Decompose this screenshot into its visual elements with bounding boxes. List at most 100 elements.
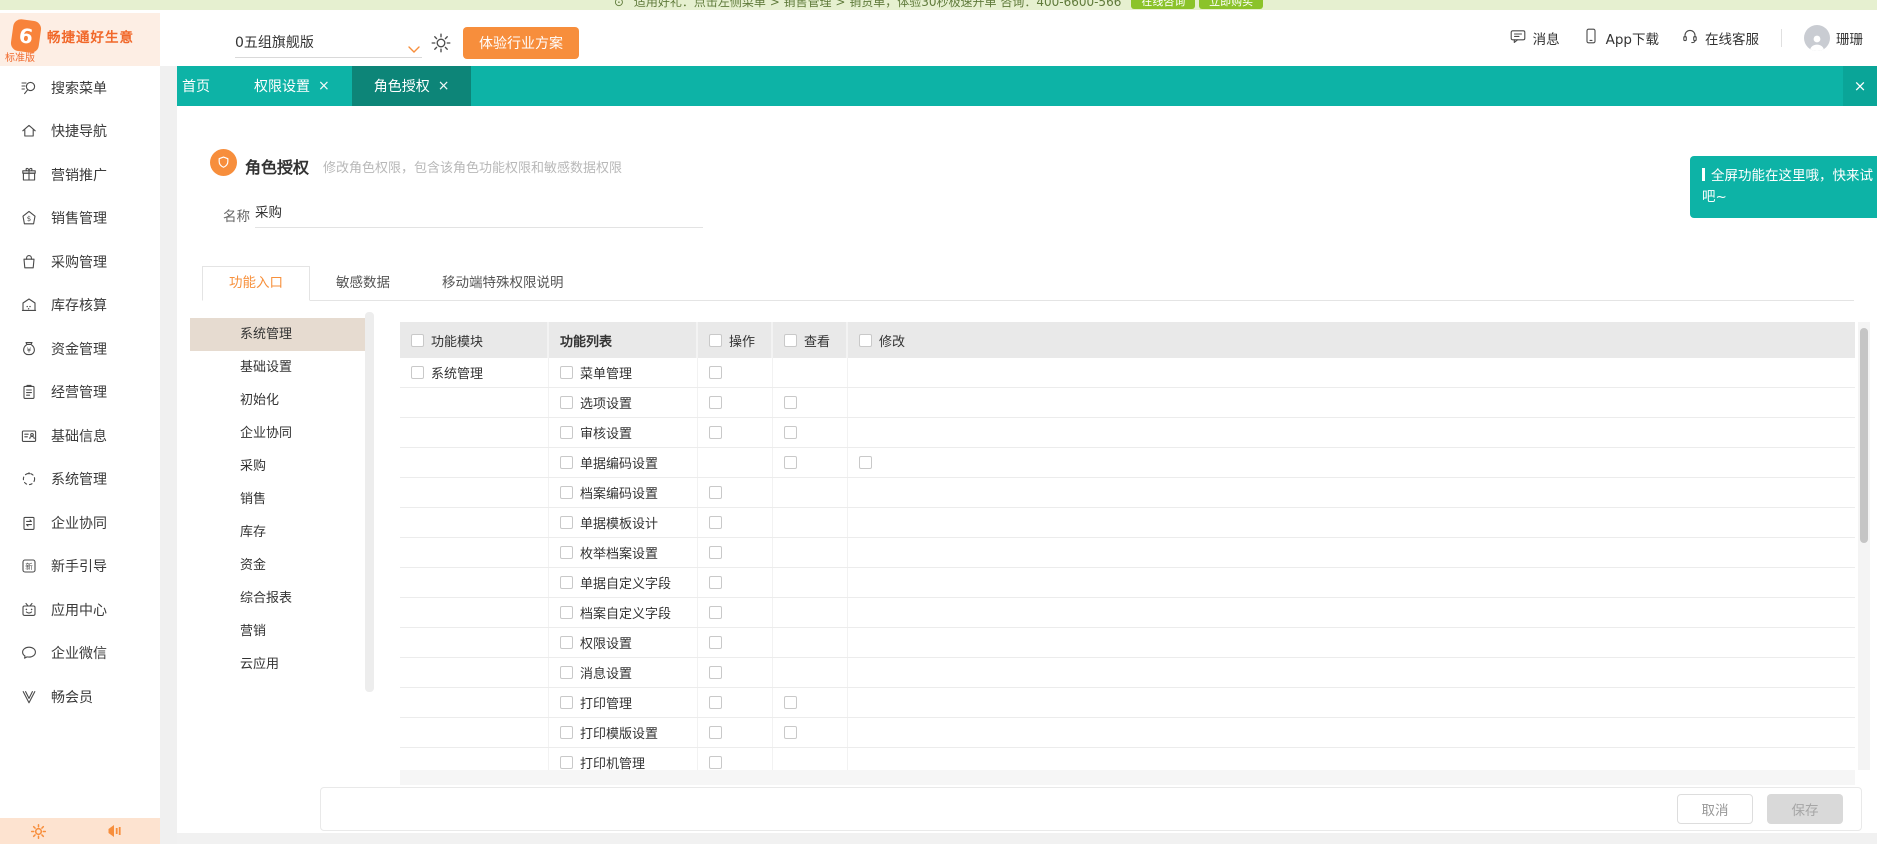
col-header-module: 功能模块 bbox=[431, 334, 484, 350]
feature-checkbox[interactable] bbox=[560, 426, 573, 439]
category-基础设置[interactable]: 基础设置 bbox=[190, 351, 365, 384]
sidebar-item-经营管理[interactable]: 经营管理 bbox=[0, 371, 160, 415]
category-综合报表[interactable]: 综合报表 bbox=[190, 582, 365, 615]
operate-checkbox[interactable] bbox=[709, 666, 722, 679]
category-营销[interactable]: 营销 bbox=[190, 615, 365, 648]
category-云应用[interactable]: 云应用 bbox=[190, 648, 365, 681]
select-all-operate-checkbox[interactable] bbox=[709, 333, 722, 347]
sidebar-item-资金管理[interactable]: ¥ 资金管理 bbox=[0, 327, 160, 371]
feature-checkbox[interactable] bbox=[560, 606, 573, 619]
table-row: 消息设置 bbox=[400, 658, 1855, 688]
operate-checkbox[interactable] bbox=[709, 636, 722, 649]
category-采购[interactable]: 采购 bbox=[190, 450, 365, 483]
settings-gear-icon[interactable] bbox=[30, 823, 47, 840]
category-初始化[interactable]: 初始化 bbox=[190, 384, 365, 417]
operate-checkbox[interactable] bbox=[709, 366, 722, 379]
sidebar-item-销售管理[interactable]: $ 销售管理 bbox=[0, 197, 160, 241]
scrollbar-thumb[interactable] bbox=[1860, 328, 1868, 543]
sidebar-item-系统管理[interactable]: 系统管理 bbox=[0, 458, 160, 502]
view-checkbox[interactable] bbox=[784, 456, 797, 469]
sidebar-item-企业协同[interactable]: 企业协同 bbox=[0, 501, 160, 545]
table-row: 单据模板设计 bbox=[400, 508, 1855, 538]
operate-checkbox[interactable] bbox=[709, 486, 722, 499]
table-row: 单据自定义字段 bbox=[400, 568, 1855, 598]
promo-button[interactable]: 在线咨询 bbox=[1131, 0, 1196, 9]
tab-敏感数据[interactable]: 敏感数据 bbox=[310, 267, 416, 300]
tab-功能入口[interactable]: 功能入口 bbox=[202, 266, 310, 301]
feature-checkbox[interactable] bbox=[560, 396, 573, 409]
select-all-modify-checkbox[interactable] bbox=[859, 333, 872, 347]
sidebar-item-新手引导[interactable]: 新 新手引导 bbox=[0, 545, 160, 589]
feature-checkbox[interactable] bbox=[560, 576, 573, 589]
feature-checkbox[interactable] bbox=[560, 366, 573, 379]
member-icon bbox=[20, 688, 38, 706]
operate-checkbox[interactable] bbox=[709, 396, 722, 409]
vertical-scrollbar[interactable] bbox=[1858, 322, 1870, 770]
select-all-modules-checkbox[interactable] bbox=[411, 333, 424, 347]
select-all-view-checkbox[interactable] bbox=[784, 333, 797, 347]
feature-checkbox[interactable] bbox=[560, 696, 573, 709]
category-销售[interactable]: 销售 bbox=[190, 483, 365, 516]
close-icon[interactable]: × bbox=[438, 78, 450, 94]
category-系统管理[interactable]: 系统管理 bbox=[190, 318, 365, 351]
module-checkbox[interactable] bbox=[411, 366, 424, 379]
operate-checkbox[interactable] bbox=[709, 756, 722, 769]
feature-checkbox[interactable] bbox=[560, 546, 573, 559]
operate-checkbox[interactable] bbox=[709, 546, 722, 559]
name-input[interactable]: 采购 bbox=[255, 202, 703, 228]
operate-checkbox[interactable] bbox=[709, 726, 722, 739]
operate-checkbox[interactable] bbox=[709, 576, 722, 589]
close-icon[interactable]: × bbox=[318, 78, 330, 94]
app-download-button[interactable]: App下载 bbox=[1582, 27, 1659, 49]
modify-checkbox[interactable] bbox=[859, 456, 872, 469]
feature-checkbox[interactable] bbox=[560, 756, 573, 769]
promo-button[interactable]: 立即购买 bbox=[1199, 0, 1264, 9]
online-support-button[interactable]: 在线客服 bbox=[1681, 27, 1759, 49]
try-industry-button[interactable]: 体验行业方案 bbox=[463, 27, 579, 59]
sidebar-item-快捷导航[interactable]: 快捷导航 bbox=[0, 110, 160, 154]
operate-checkbox[interactable] bbox=[709, 696, 722, 709]
sidebar-item-库存核算[interactable]: 库存核算 bbox=[0, 284, 160, 328]
category-企业协同[interactable]: 企业协同 bbox=[190, 417, 365, 450]
sidebar-item-搜索菜单[interactable]: 搜索菜单 bbox=[0, 66, 160, 110]
category-scrollbar[interactable] bbox=[365, 312, 374, 692]
view-checkbox[interactable] bbox=[784, 396, 797, 409]
tab-scroll-button[interactable]: × bbox=[1843, 66, 1877, 106]
messages-button[interactable]: 消息 bbox=[1509, 27, 1560, 49]
category-资金[interactable]: 资金 bbox=[190, 549, 365, 582]
operate-checkbox[interactable] bbox=[709, 606, 722, 619]
cancel-button[interactable]: 取消 bbox=[1677, 794, 1753, 824]
open-tab-权限设置[interactable]: 权限设置 × bbox=[232, 66, 352, 106]
sidebar-item-基础信息[interactable]: 基础信息 bbox=[0, 414, 160, 458]
gift-icon bbox=[20, 166, 38, 184]
speaker-icon[interactable] bbox=[105, 823, 123, 839]
username: 珊珊 bbox=[1836, 32, 1863, 48]
sidebar-item-营销推广[interactable]: 营销推广 bbox=[0, 153, 160, 197]
operate-checkbox[interactable] bbox=[709, 516, 722, 529]
feature-checkbox[interactable] bbox=[560, 636, 573, 649]
view-checkbox[interactable] bbox=[784, 696, 797, 709]
sidebar-item-应用中心[interactable]: 应用中心 bbox=[0, 588, 160, 632]
view-checkbox[interactable] bbox=[784, 426, 797, 439]
feature-checkbox[interactable] bbox=[560, 456, 573, 469]
feature-checkbox[interactable] bbox=[560, 726, 573, 739]
user-menu[interactable]: 珊珊 bbox=[1804, 25, 1863, 51]
feature-checkbox[interactable] bbox=[560, 516, 573, 529]
save-button[interactable]: 保存 bbox=[1767, 794, 1843, 824]
feature-checkbox[interactable] bbox=[560, 666, 573, 679]
open-tab-角色授权[interactable]: 角色授权 × bbox=[351, 66, 472, 106]
message-icon bbox=[1509, 27, 1527, 49]
view-checkbox[interactable] bbox=[784, 726, 797, 739]
sidebar-item-采购管理[interactable]: 采购管理 bbox=[0, 240, 160, 284]
horizontal-scrollbar[interactable] bbox=[400, 770, 1855, 785]
sidebar-item-畅会员[interactable]: 畅会员 bbox=[0, 675, 160, 719]
workspace-value: 0五组旗舰版 bbox=[235, 35, 314, 51]
gear-icon[interactable] bbox=[430, 32, 452, 54]
search-icon bbox=[20, 79, 38, 97]
operate-checkbox[interactable] bbox=[709, 426, 722, 439]
feature-checkbox[interactable] bbox=[560, 486, 573, 499]
sidebar-item-企业微信[interactable]: 企业微信 bbox=[0, 632, 160, 676]
workspace-select[interactable]: 0五组旗舰版 bbox=[235, 30, 422, 58]
tab-移动端特殊权限说明[interactable]: 移动端特殊权限说明 bbox=[416, 267, 590, 300]
category-库存[interactable]: 库存 bbox=[190, 516, 365, 549]
